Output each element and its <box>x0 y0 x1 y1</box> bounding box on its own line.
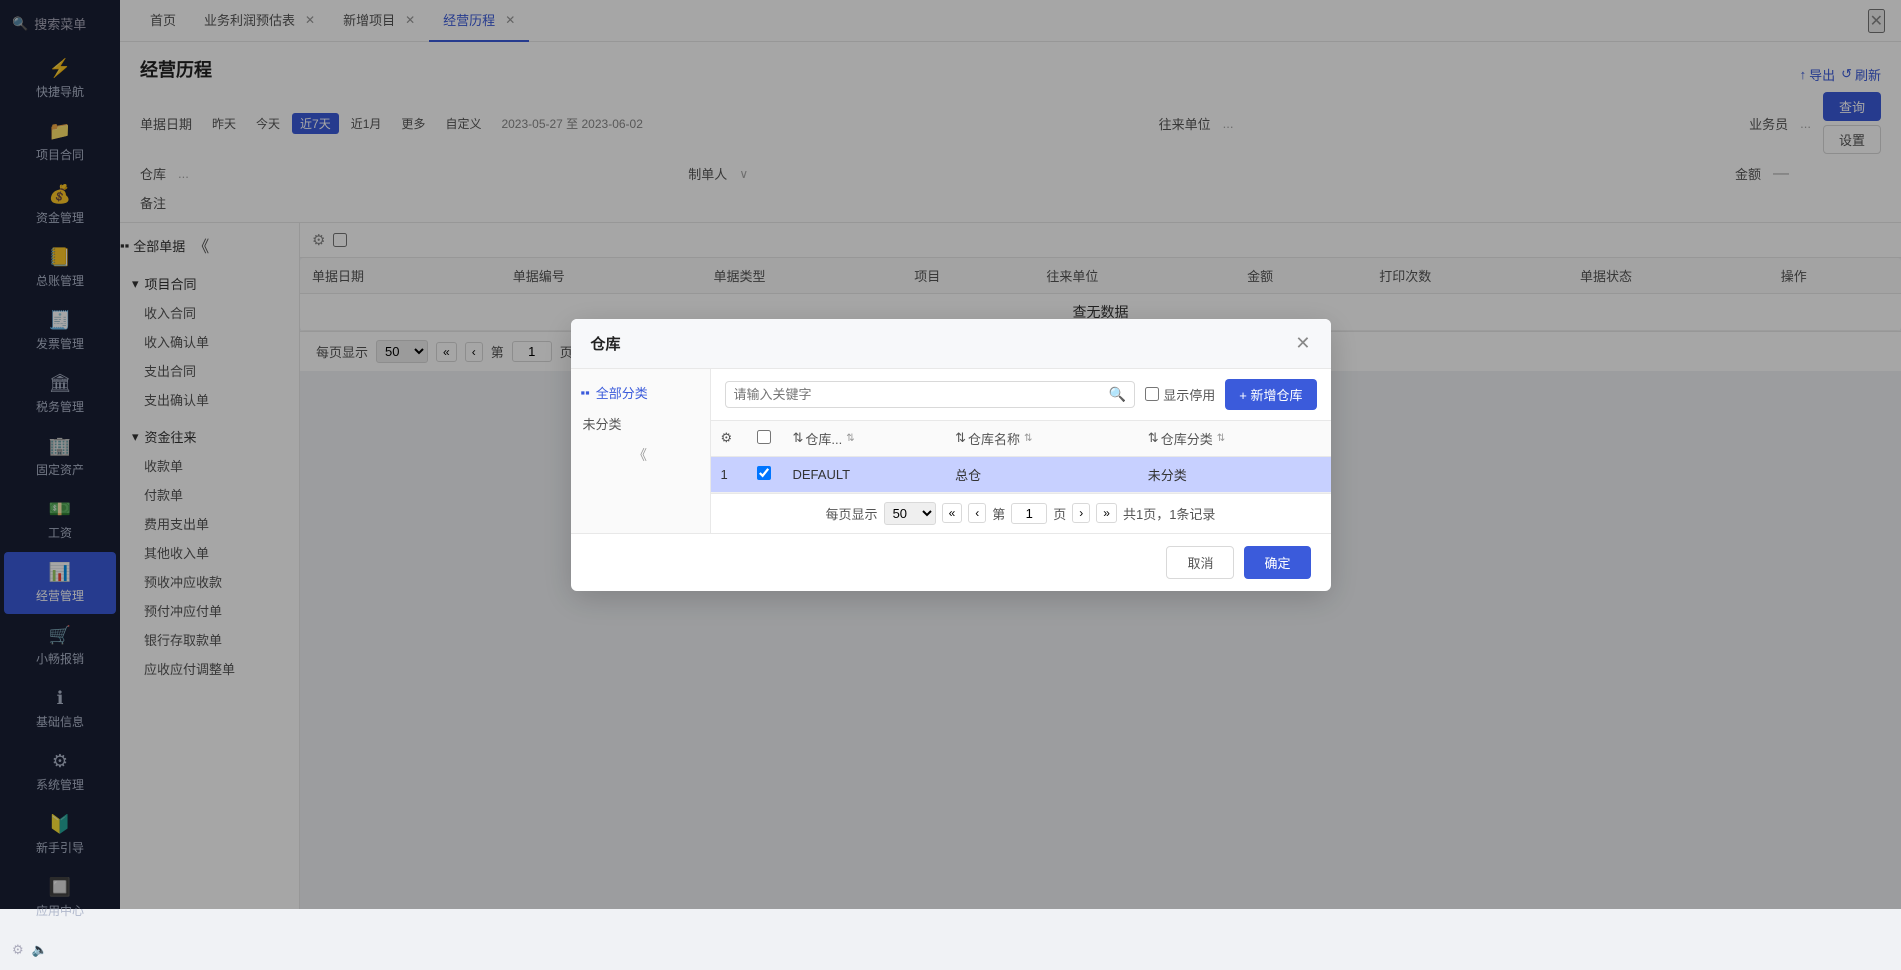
modal-next-btn[interactable]: › <box>1072 503 1090 523</box>
modal-first-btn[interactable]: « <box>942 503 963 523</box>
th-gear: ⚙ <box>711 421 747 457</box>
settings-icon[interactable]: ⚙ <box>12 942 24 958</box>
modal-page-word: 第 <box>992 504 1005 523</box>
modal-search-box: 🔍 <box>725 381 1136 408</box>
row-category: 未分类 <box>1138 456 1331 492</box>
row-checkbox-cell <box>747 456 783 492</box>
modal-select-all[interactable] <box>757 430 771 444</box>
modal-collapse-btn[interactable]: 《 <box>571 439 710 471</box>
col-category-label: 仓库分类 <box>1161 429 1213 448</box>
modal-prev-btn[interactable]: ‹ <box>968 503 986 523</box>
modal-close-btn[interactable]: ✕ <box>1295 333 1310 354</box>
row-checkbox[interactable] <box>757 466 771 480</box>
add-warehouse-btn[interactable]: + 新增仓库 <box>1225 379 1316 410</box>
modal-table: ⚙ ⇅ 仓库... ⇅ <box>711 421 1331 493</box>
col-code-label: 仓库... <box>805 429 842 448</box>
modal-header: 仓库 ✕ <box>571 319 1331 369</box>
modal-table-body: 1 DEFAULT 总仓 未分类 <box>711 456 1331 492</box>
modal-category-panel: ▪▪ 全部分类 未分类 《 <box>571 369 711 533</box>
col-name-label: 仓库名称 <box>968 429 1020 448</box>
modal-table-row[interactable]: 1 DEFAULT 总仓 未分类 <box>711 456 1331 492</box>
warehouse-modal: 仓库 ✕ ▪▪ 全部分类 未分类 《 <box>571 319 1331 591</box>
gear-icon-modal[interactable]: ⚙ <box>721 430 733 445</box>
sort-icon-cat: ⇅ <box>1148 430 1159 446</box>
sort-icon: ⇅ <box>793 430 804 446</box>
sort-icon-name: ⇅ <box>955 430 966 446</box>
modal-table-header: ⚙ ⇅ 仓库... ⇅ <box>711 421 1331 457</box>
modal-pagination: 每页显示 50 10 20 100 « ‹ 第 页 › » 共1页，1条记录 <box>711 493 1331 533</box>
modal-overlay: 仓库 ✕ ▪▪ 全部分类 未分类 《 <box>0 0 1901 909</box>
th-check <box>747 421 783 457</box>
modal-right-panel: 🔍 显示停用 + 新增仓库 ⚙ <box>711 369 1331 533</box>
modal-toolbar: 🔍 显示停用 + 新增仓库 <box>711 369 1331 421</box>
sidebar-bottom: ⚙ 🔈 <box>0 930 120 970</box>
modal-body: ▪▪ 全部分类 未分类 《 🔍 显示停用 <box>571 369 1331 533</box>
th-category[interactable]: ⇅ 仓库分类 ⇅ <box>1138 421 1331 457</box>
grid-icon-modal: ▪▪ <box>581 385 590 400</box>
sound-icon[interactable]: 🔈 <box>32 942 48 958</box>
modal-total-label: 共1页，1条记录 <box>1123 504 1215 523</box>
sort-icon-code: ⇅ <box>846 433 854 444</box>
row-name: 总仓 <box>945 456 1138 492</box>
modal-search-input[interactable] <box>734 387 1103 402</box>
modal-title: 仓库 <box>591 333 621 354</box>
th-code[interactable]: ⇅ 仓库... ⇅ <box>783 421 946 457</box>
row-code: DEFAULT <box>783 456 946 492</box>
modal-page-input[interactable] <box>1011 503 1047 524</box>
search-icon: 🔍 <box>1109 386 1126 403</box>
modal-table-wrap: ⚙ ⇅ 仓库... ⇅ <box>711 421 1331 493</box>
cancel-btn[interactable]: 取消 <box>1166 546 1234 579</box>
show-disabled-label: 显示停用 <box>1163 385 1215 404</box>
show-disabled-check: 显示停用 <box>1145 385 1215 404</box>
modal-category-未分类[interactable]: 未分类 <box>571 408 710 439</box>
modal-all-category[interactable]: ▪▪ 全部分类 <box>571 377 710 408</box>
modal-category-items: 未分类 <box>571 408 710 439</box>
modal-footer: 取消 确定 <box>571 533 1331 591</box>
th-name[interactable]: ⇅ 仓库名称 ⇅ <box>945 421 1138 457</box>
modal-page-size-label: 每页显示 <box>826 504 878 523</box>
confirm-btn[interactable]: 确定 <box>1244 546 1310 579</box>
modal-page-label: 页 <box>1053 504 1066 523</box>
modal-last-btn[interactable]: » <box>1096 503 1117 523</box>
show-disabled-checkbox[interactable] <box>1145 387 1159 401</box>
modal-page-size-select[interactable]: 50 10 20 100 <box>884 502 936 525</box>
row-num: 1 <box>711 456 747 492</box>
